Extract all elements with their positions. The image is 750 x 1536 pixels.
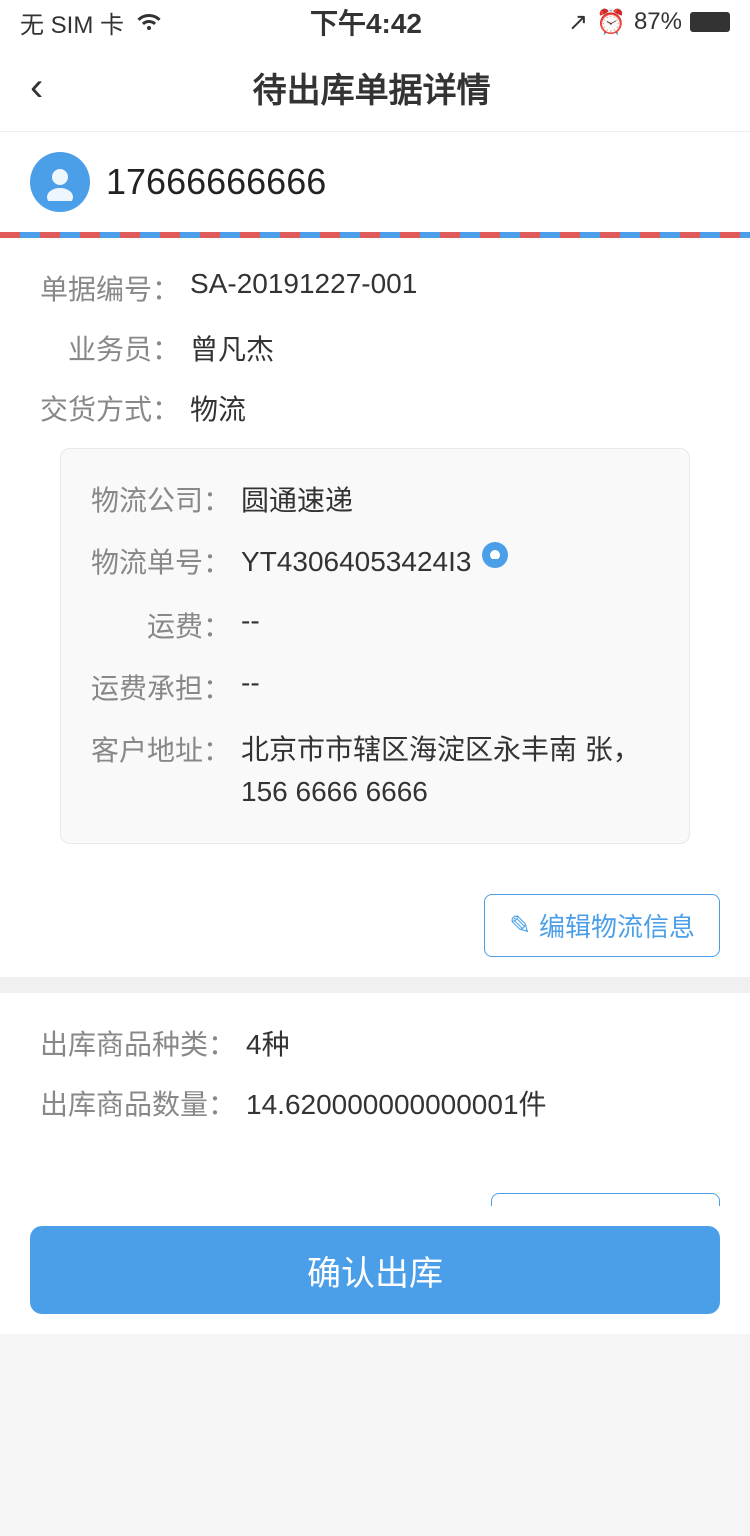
salesman-row: 业务员： 曾凡杰 — [40, 328, 710, 368]
freight-label: 运费： — [91, 605, 231, 645]
freight-row: 运费： -- — [91, 605, 659, 645]
order-no-label: 单据编号： — [40, 268, 180, 308]
address-label: 客户地址： — [91, 729, 231, 769]
logistics-company-label: 物流公司： — [91, 479, 231, 519]
location-icon: ↗ — [568, 8, 588, 37]
order-info-section: 单据编号： SA-20191227-001 业务员： 曾凡杰 交货方式： 物流 … — [0, 238, 750, 874]
delivery-row: 交货方式： 物流 — [40, 388, 710, 428]
freight-bear-label: 运费承担： — [91, 667, 231, 707]
gray-divider-1 — [0, 977, 750, 993]
status-right: ↗ ⏰ 87% — [568, 8, 730, 37]
carrier-label: 无 SIM 卡 — [20, 5, 124, 40]
status-left: 无 SIM 卡 — [20, 5, 164, 40]
logistics-card: 物流公司： 圆通速递 物流单号： YT43064053424I3 — [60, 448, 690, 844]
status-bar: 无 SIM 卡 下午4:42 ↗ ⏰ 87% — [0, 0, 750, 44]
salesman-value: 曾凡杰 — [190, 328, 710, 368]
address-row: 客户地址： 北京市市辖区海淀区永丰南 张，156 6666 6666 — [91, 729, 659, 813]
status-time: 下午4:42 — [310, 2, 422, 42]
delivery-value: 物流 — [190, 388, 710, 428]
goods-quantity-label: 出库商品数量： — [40, 1083, 236, 1123]
edit-icon: ✎ — [509, 910, 531, 941]
logistics-tracking-label: 物流单号： — [91, 541, 231, 581]
edit-btn-row: ✎ 编辑物流信息 — [0, 874, 750, 977]
confirm-btn-wrap: 确认出库 — [0, 1206, 750, 1334]
freight-bear-value: -- — [241, 667, 659, 699]
goods-quantity-row: 出库商品数量： 14.620000000000001件 — [40, 1083, 710, 1123]
delivery-label: 交货方式： — [40, 388, 180, 428]
back-button[interactable]: ‹ — [30, 65, 43, 110]
logistics-tracking-row: 物流单号： YT43064053424I3 — [91, 541, 659, 583]
battery-icon — [690, 12, 730, 32]
salesman-label: 业务员： — [40, 328, 180, 368]
nav-bar: ‹ 待出库单据详情 — [0, 44, 750, 132]
logistics-company-row: 物流公司： 圆通速递 — [91, 479, 659, 519]
goods-section: 出库商品种类： 4种 出库商品数量： 14.620000000000001件 — [0, 993, 750, 1173]
avatar — [30, 152, 90, 212]
goods-types-value: 4种 — [246, 1023, 290, 1063]
tracking-location-icon[interactable] — [481, 541, 509, 583]
battery-label: 87% — [634, 8, 682, 36]
edit-logistics-button[interactable]: ✎ 编辑物流信息 — [484, 894, 720, 957]
goods-types-row: 出库商品种类： 4种 — [40, 1023, 710, 1063]
freight-value: -- — [241, 605, 659, 637]
goods-types-label: 出库商品种类： — [40, 1023, 236, 1063]
address-value: 北京市市辖区海淀区永丰南 张，156 6666 6666 — [241, 729, 659, 813]
freight-bear-row: 运费承担： -- — [91, 667, 659, 707]
goods-quantity-value: 14.620000000000001件 — [246, 1083, 547, 1123]
clock-icon: ⏰ — [596, 8, 626, 37]
user-phone: 17666666666 — [106, 161, 326, 203]
logistics-company-value: 圆通速递 — [241, 479, 659, 519]
edit-btn-label: 编辑物流信息 — [539, 907, 695, 944]
logistics-tracking-value: YT43064053424I3 — [241, 541, 659, 583]
page-title: 待出库单据详情 — [63, 63, 680, 112]
user-header: 17666666666 — [0, 132, 750, 232]
order-no-value: SA-20191227-001 — [190, 268, 710, 300]
wifi-icon — [134, 8, 164, 37]
order-no-row: 单据编号： SA-20191227-001 — [40, 268, 710, 308]
confirm-btn-label: 确认出库 — [307, 1246, 443, 1295]
confirm-outbound-button[interactable]: 确认出库 — [30, 1226, 720, 1314]
